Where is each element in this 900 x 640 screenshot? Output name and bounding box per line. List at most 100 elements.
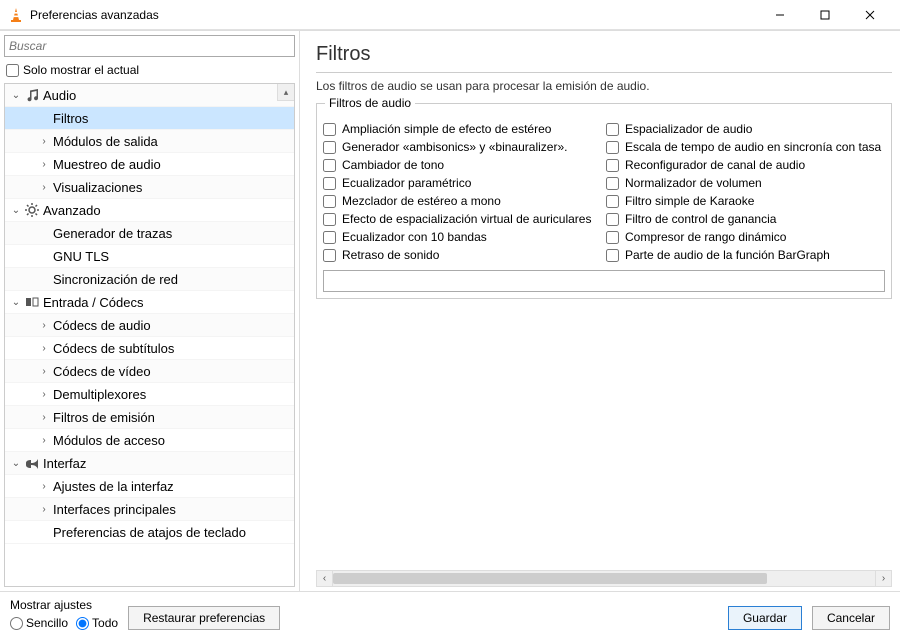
filter-checkbox[interactable]: Cambiador de tono bbox=[323, 158, 602, 172]
filter-checkbox[interactable]: Ampliación simple de efecto de estéreo bbox=[323, 122, 602, 136]
scroll-left-icon[interactable]: ‹ bbox=[316, 570, 333, 587]
tree-item[interactable]: ›Códecs de vídeo bbox=[5, 360, 294, 383]
filter-checkbox-input[interactable] bbox=[606, 123, 619, 136]
filter-checkbox[interactable]: Compresor de rango dinámico bbox=[606, 230, 885, 244]
tree-item[interactable]: ›Módulos de salida bbox=[5, 130, 294, 153]
chevron-right-icon[interactable]: › bbox=[37, 481, 51, 492]
chevron-right-icon[interactable]: › bbox=[37, 504, 51, 515]
tree-item[interactable]: ›Interfaces principales bbox=[5, 498, 294, 521]
tree-item-label: Preferencias de atajos de teclado bbox=[51, 525, 246, 540]
radio-all[interactable]: Todo bbox=[76, 616, 118, 630]
sidebar: Solo mostrar el actual ⌄AudioFiltros›Mód… bbox=[0, 31, 300, 591]
audio-filters-group: Filtros de audio Ampliación simple de ef… bbox=[316, 103, 892, 299]
filter-checkbox-input[interactable] bbox=[323, 177, 336, 190]
chevron-right-icon[interactable]: › bbox=[37, 320, 51, 331]
tree-item[interactable]: ⌄ Audio bbox=[5, 84, 294, 107]
chevron-right-icon[interactable]: › bbox=[37, 412, 51, 423]
filter-checkbox-input[interactable] bbox=[606, 231, 619, 244]
filter-checkbox-input[interactable] bbox=[606, 213, 619, 226]
show-settings-label: Mostrar ajustes bbox=[10, 598, 118, 612]
filter-checkbox-input[interactable] bbox=[323, 213, 336, 226]
filter-checkbox[interactable]: Generador «ambisonics» y «binauralizer». bbox=[323, 140, 602, 154]
filter-checkbox[interactable]: Reconfigurador de canal de audio bbox=[606, 158, 885, 172]
tree-item[interactable]: ›Demultiplexores bbox=[5, 383, 294, 406]
chevron-right-icon[interactable]: › bbox=[37, 389, 51, 400]
tree-item[interactable]: ›Módulos de acceso bbox=[5, 429, 294, 452]
tree-item[interactable]: ›Códecs de subtítulos bbox=[5, 337, 294, 360]
search-input[interactable] bbox=[4, 35, 295, 57]
tree-item[interactable]: ›Filtros de emisión bbox=[5, 406, 294, 429]
filter-checkbox-input[interactable] bbox=[606, 249, 619, 262]
tree-item[interactable]: Filtros bbox=[5, 107, 294, 130]
filter-checkbox[interactable]: Mezclador de estéreo a mono bbox=[323, 194, 602, 208]
chevron-down-icon[interactable]: ⌄ bbox=[9, 90, 23, 101]
filter-checkbox-input[interactable] bbox=[606, 159, 619, 172]
chevron-right-icon[interactable]: › bbox=[37, 159, 51, 170]
filter-checkbox[interactable]: Retraso de sonido bbox=[323, 248, 602, 262]
filter-checkbox[interactable]: Ecualizador con 10 bandas bbox=[323, 230, 602, 244]
filter-checkbox[interactable]: Espacializador de audio bbox=[606, 122, 885, 136]
chevron-right-icon[interactable]: › bbox=[37, 343, 51, 354]
tree-item[interactable]: Sincronización de red bbox=[5, 268, 294, 291]
chevron-down-icon[interactable]: ⌄ bbox=[9, 205, 23, 216]
maximize-button[interactable] bbox=[802, 1, 847, 29]
save-button[interactable]: Guardar bbox=[728, 606, 802, 630]
main-panel: Filtros Los filtros de audio se usan par… bbox=[300, 31, 900, 591]
footer: Mostrar ajustes Sencillo Todo Restaurar … bbox=[0, 591, 900, 640]
filter-checkbox[interactable]: Filtro simple de Karaoke bbox=[606, 194, 885, 208]
radio-all-input[interactable] bbox=[76, 617, 89, 630]
tree-item-label: Audio bbox=[41, 88, 76, 103]
radio-simple[interactable]: Sencillo bbox=[10, 616, 68, 630]
chevron-right-icon[interactable]: › bbox=[37, 136, 51, 147]
category-tree[interactable]: ⌄ Audio Filtros›Módulos de salida›Muestreo… bbox=[5, 84, 294, 586]
tree-item[interactable]: ⌄Entrada / Códecs bbox=[5, 291, 294, 314]
filter-checkbox-label: Escala de tempo de audio en sincronía co… bbox=[625, 140, 885, 154]
close-button[interactable] bbox=[847, 1, 892, 29]
tree-item[interactable]: Generador de trazas bbox=[5, 222, 294, 245]
window-controls bbox=[757, 1, 892, 29]
chevron-right-icon[interactable]: › bbox=[37, 435, 51, 446]
chevron-down-icon[interactable]: ⌄ bbox=[9, 297, 23, 308]
scroll-thumb[interactable] bbox=[333, 573, 767, 584]
filter-checkbox-input[interactable] bbox=[606, 177, 619, 190]
filter-checkbox-input[interactable] bbox=[606, 195, 619, 208]
chevron-down-icon[interactable]: ⌄ bbox=[9, 458, 23, 469]
chevron-right-icon[interactable]: › bbox=[37, 366, 51, 377]
filter-checkbox-input[interactable] bbox=[323, 231, 336, 244]
scrollbar-up-icon[interactable]: ▴ bbox=[277, 84, 294, 101]
tree-container: ⌄ Audio Filtros›Módulos de salida›Muestreo… bbox=[4, 83, 295, 587]
cancel-button[interactable]: Cancelar bbox=[812, 606, 890, 630]
filter-checkbox-input[interactable] bbox=[323, 249, 336, 262]
filter-checkbox-input[interactable] bbox=[323, 141, 336, 154]
show-only-current-label: Solo mostrar el actual bbox=[23, 63, 139, 77]
scroll-right-icon[interactable]: › bbox=[875, 570, 892, 587]
tree-item[interactable]: GNU TLS bbox=[5, 245, 294, 268]
filter-checkbox[interactable]: Escala de tempo de audio en sincronía co… bbox=[606, 140, 885, 154]
scroll-track[interactable] bbox=[333, 570, 875, 587]
filter-checkbox[interactable]: Normalizador de volumen bbox=[606, 176, 885, 190]
filter-checkbox[interactable]: Filtro de control de ganancia bbox=[606, 212, 885, 226]
tree-item[interactable]: Preferencias de atajos de teclado bbox=[5, 521, 294, 544]
reset-preferences-button[interactable]: Restaurar preferencias bbox=[128, 606, 280, 630]
filter-checkbox-input[interactable] bbox=[606, 141, 619, 154]
tree-item[interactable]: ›Códecs de audio bbox=[5, 314, 294, 337]
tree-item[interactable]: ⌄Avanzado bbox=[5, 199, 294, 222]
chevron-right-icon[interactable]: › bbox=[37, 182, 51, 193]
show-only-current-input[interactable] bbox=[6, 64, 19, 77]
filter-checkbox-input[interactable] bbox=[323, 159, 336, 172]
horizontal-scrollbar[interactable]: ‹ › bbox=[316, 566, 892, 591]
filter-text-input[interactable] bbox=[323, 270, 885, 292]
filter-checkbox[interactable]: Efecto de espacialización virtual de aur… bbox=[323, 212, 602, 226]
filter-checkbox[interactable]: Ecualizador paramétrico bbox=[323, 176, 602, 190]
tree-item-label: Sincronización de red bbox=[51, 272, 178, 287]
filter-checkbox[interactable]: Parte de audio de la función BarGraph bbox=[606, 248, 885, 262]
filter-checkbox-input[interactable] bbox=[323, 123, 336, 136]
tree-item[interactable]: ›Ajustes de la interfaz bbox=[5, 475, 294, 498]
tree-item[interactable]: ⌄Interfaz bbox=[5, 452, 294, 475]
tree-item[interactable]: ›Muestreo de audio bbox=[5, 153, 294, 176]
radio-simple-input[interactable] bbox=[10, 617, 23, 630]
tree-item[interactable]: ›Visualizaciones bbox=[5, 176, 294, 199]
minimize-button[interactable] bbox=[757, 1, 802, 29]
show-only-current-checkbox[interactable]: Solo mostrar el actual bbox=[0, 61, 299, 83]
filter-checkbox-input[interactable] bbox=[323, 195, 336, 208]
